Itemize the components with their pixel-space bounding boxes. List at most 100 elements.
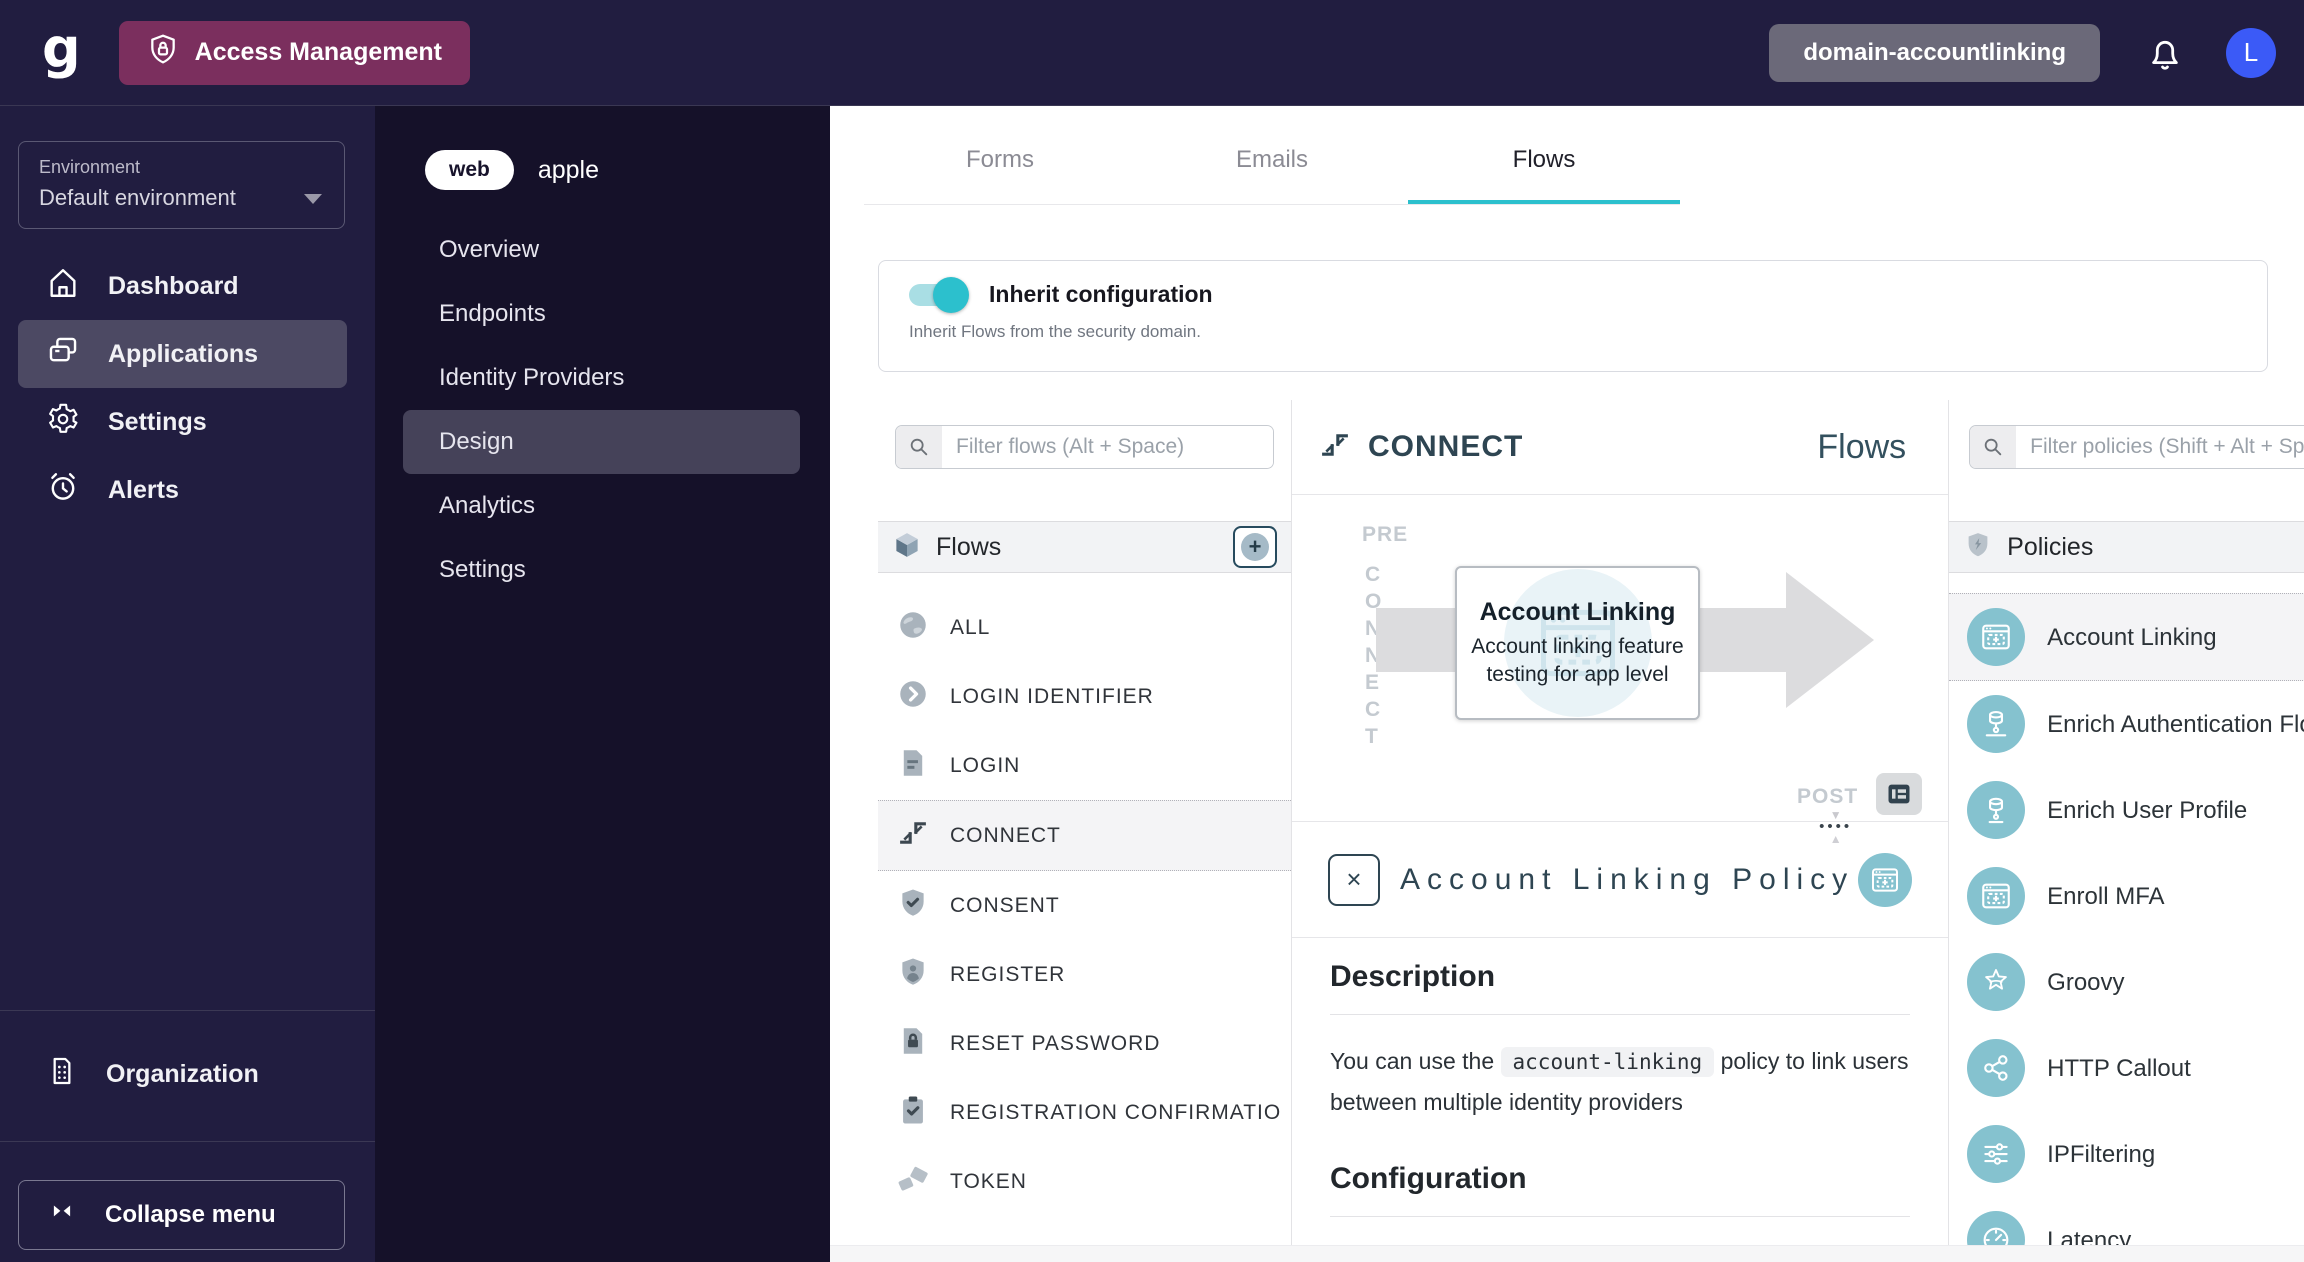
- divider: [0, 1141, 375, 1142]
- policies-header-label: Policies: [2007, 532, 2094, 561]
- bottom-strip: [830, 1245, 2304, 1262]
- flow-diagram[interactable]: PRE CONNECT Account Linking Account link…: [1292, 495, 1949, 845]
- flows-column: Flows + ALL: [878, 400, 1292, 1245]
- flow-item-all[interactable]: ALL: [878, 593, 1291, 662]
- primary-nav: Dashboard Applications Settings Alerts: [0, 252, 375, 524]
- policy-item-ipfiltering[interactable]: IPFiltering: [1949, 1111, 2304, 1197]
- access-management-badge[interactable]: Access Management: [118, 20, 470, 85]
- flow-item-login-identifier[interactable]: LOGIN IDENTIFIER: [878, 662, 1291, 731]
- policies-filter-input[interactable]: [2016, 426, 2304, 468]
- document-icon: [896, 746, 930, 786]
- flow-item-reset-password[interactable]: RESET PASSWORD: [878, 1009, 1291, 1078]
- app-name: apple: [537, 155, 600, 184]
- policy-item-enrich-user-profile[interactable]: Enrich User Profile: [1949, 767, 2304, 853]
- shield-user-icon: [896, 955, 930, 995]
- design-tabs: Forms Emails Flows: [864, 106, 1680, 205]
- flow-list: ALL LOGIN IDENTIFIER LOGIN CONNECT CONSE…: [878, 573, 1291, 1216]
- collapse-icon: [49, 1199, 75, 1232]
- database-flow-icon: [1967, 695, 2026, 753]
- sidebar-item-label: Dashboard: [108, 271, 239, 300]
- designer-panel-title: Flows: [1817, 427, 1907, 466]
- app-nav-item-analytics[interactable]: Analytics: [403, 474, 800, 538]
- chevron-down-icon: [304, 194, 322, 204]
- close-icon[interactable]: ×: [1328, 853, 1380, 906]
- policy-detail-title: Account Linking Policy: [1400, 862, 1855, 896]
- topbar: g Access Management domain-accountlinkin…: [0, 0, 2304, 106]
- flows-filter-input[interactable]: [942, 426, 1273, 468]
- flow-designer: CONNECT Flows PRE CONNECT Account Linkin…: [1292, 400, 1950, 1245]
- chevron-circle-icon: [896, 677, 930, 717]
- flow-item-connect[interactable]: CONNECT: [878, 800, 1291, 871]
- designer-flow-title: CONNECT: [1368, 430, 1524, 463]
- flow-arrow-head: [1786, 572, 1874, 708]
- flow-item-login[interactable]: LOGIN: [878, 731, 1291, 800]
- app-nav-item-design[interactable]: Design: [403, 410, 800, 474]
- policy-code-chip: account-linking: [1500, 1047, 1715, 1077]
- account-linking-node[interactable]: Account Linking Account linking feature …: [1455, 566, 1700, 720]
- sidebar-item-settings[interactable]: Settings: [18, 388, 347, 456]
- layout-view-button[interactable]: [1876, 773, 1923, 815]
- pre-step-label: PRE: [1362, 523, 1409, 546]
- notifications-bell-icon[interactable]: [2144, 32, 2186, 74]
- shield-lock-icon: [147, 33, 179, 72]
- flow-workspace: Flows + ALL: [830, 400, 2304, 1262]
- app-nav-item-endpoints[interactable]: Endpoints: [403, 282, 800, 346]
- app-nav-item-identity-providers[interactable]: Identity Providers: [403, 346, 800, 410]
- domain-button[interactable]: domain-accountlinking: [1769, 23, 2100, 82]
- tab-forms[interactable]: Forms: [864, 106, 1136, 204]
- tab-emails[interactable]: Emails: [1136, 106, 1408, 204]
- divider: [1330, 1216, 1911, 1217]
- applications-icon: [46, 334, 80, 375]
- primary-sidebar: Environment Default environment Dashboar…: [0, 106, 375, 1262]
- gear-icon: [46, 402, 80, 443]
- search-icon: [896, 426, 942, 468]
- flows-header-label: Flows: [936, 532, 1002, 561]
- flows-filter: [895, 425, 1274, 469]
- user-avatar[interactable]: L: [2226, 27, 2276, 78]
- drag-handle[interactable]: ▼ •••• ▲: [1819, 809, 1852, 845]
- connect-icon: [896, 816, 930, 856]
- tab-flows[interactable]: Flows: [1408, 106, 1680, 204]
- policy-item-enrich-authentication-flow[interactable]: Enrich Authentication Flow: [1949, 681, 2304, 767]
- policy-item-http-callout[interactable]: HTTP Callout: [1949, 1025, 2304, 1111]
- cube-icon: [892, 530, 922, 565]
- shield-check-icon: [896, 886, 930, 926]
- inherit-configuration-toggle[interactable]: [909, 276, 969, 313]
- sidebar-item-applications[interactable]: Applications: [18, 320, 347, 388]
- policy-item-groovy[interactable]: Groovy: [1949, 939, 2304, 1025]
- inherit-configuration-title: Inherit configuration: [989, 281, 1213, 307]
- sidebar-item-label: Organization: [106, 1059, 259, 1088]
- policy-item-account-linking[interactable]: Account Linking: [1949, 593, 2304, 681]
- flow-item-register[interactable]: REGISTER: [878, 940, 1291, 1009]
- add-flow-button[interactable]: +: [1233, 526, 1277, 568]
- description-heading: Description: [1330, 960, 1496, 993]
- clipboard-check-icon: [896, 1093, 930, 1133]
- sidebar-item-alerts[interactable]: Alerts: [18, 456, 347, 524]
- list-layout-icon: [1888, 784, 1910, 804]
- flows-list-header: Flows +: [878, 521, 1291, 573]
- sidebar-item-dashboard[interactable]: Dashboard: [18, 252, 347, 320]
- window-plus-icon: [1967, 608, 2026, 666]
- policy-item-enroll-mfa[interactable]: Enroll MFA: [1949, 853, 2304, 939]
- sidebar-item-label: Applications: [108, 339, 259, 368]
- sidebar-item-organization[interactable]: Organization: [18, 1040, 347, 1108]
- main-content: Forms Emails Flows Inherit configuration…: [830, 106, 2304, 1262]
- application-header: web apple: [425, 150, 830, 190]
- sidebar-item-label: Settings: [108, 407, 207, 436]
- policies-list-header: Policies: [1949, 521, 2304, 573]
- app-type-badge: web: [425, 150, 514, 190]
- window-plus-icon: [1967, 867, 2026, 925]
- alarm-clock-icon: [46, 470, 80, 511]
- app-nav-item-settings[interactable]: Settings: [403, 538, 800, 602]
- flow-item-registration-confirmation[interactable]: REGISTRATION CONFIRMATIO: [878, 1078, 1291, 1147]
- node-description: Account linking feature testing for app …: [1471, 634, 1684, 686]
- divider: [0, 1010, 375, 1011]
- flow-item-token[interactable]: TOKEN: [878, 1147, 1291, 1216]
- flow-item-consent[interactable]: CONSENT: [878, 871, 1291, 940]
- inherit-configuration-card: Inherit configuration Inherit Flows from…: [878, 260, 2268, 372]
- shield-bolt-icon: [1963, 530, 1993, 565]
- environment-selector[interactable]: Environment Default environment: [18, 141, 345, 229]
- gravitee-logo[interactable]: g: [42, 17, 81, 80]
- app-nav-item-overview[interactable]: Overview: [403, 218, 800, 282]
- collapse-menu-button[interactable]: Collapse menu: [18, 1180, 345, 1250]
